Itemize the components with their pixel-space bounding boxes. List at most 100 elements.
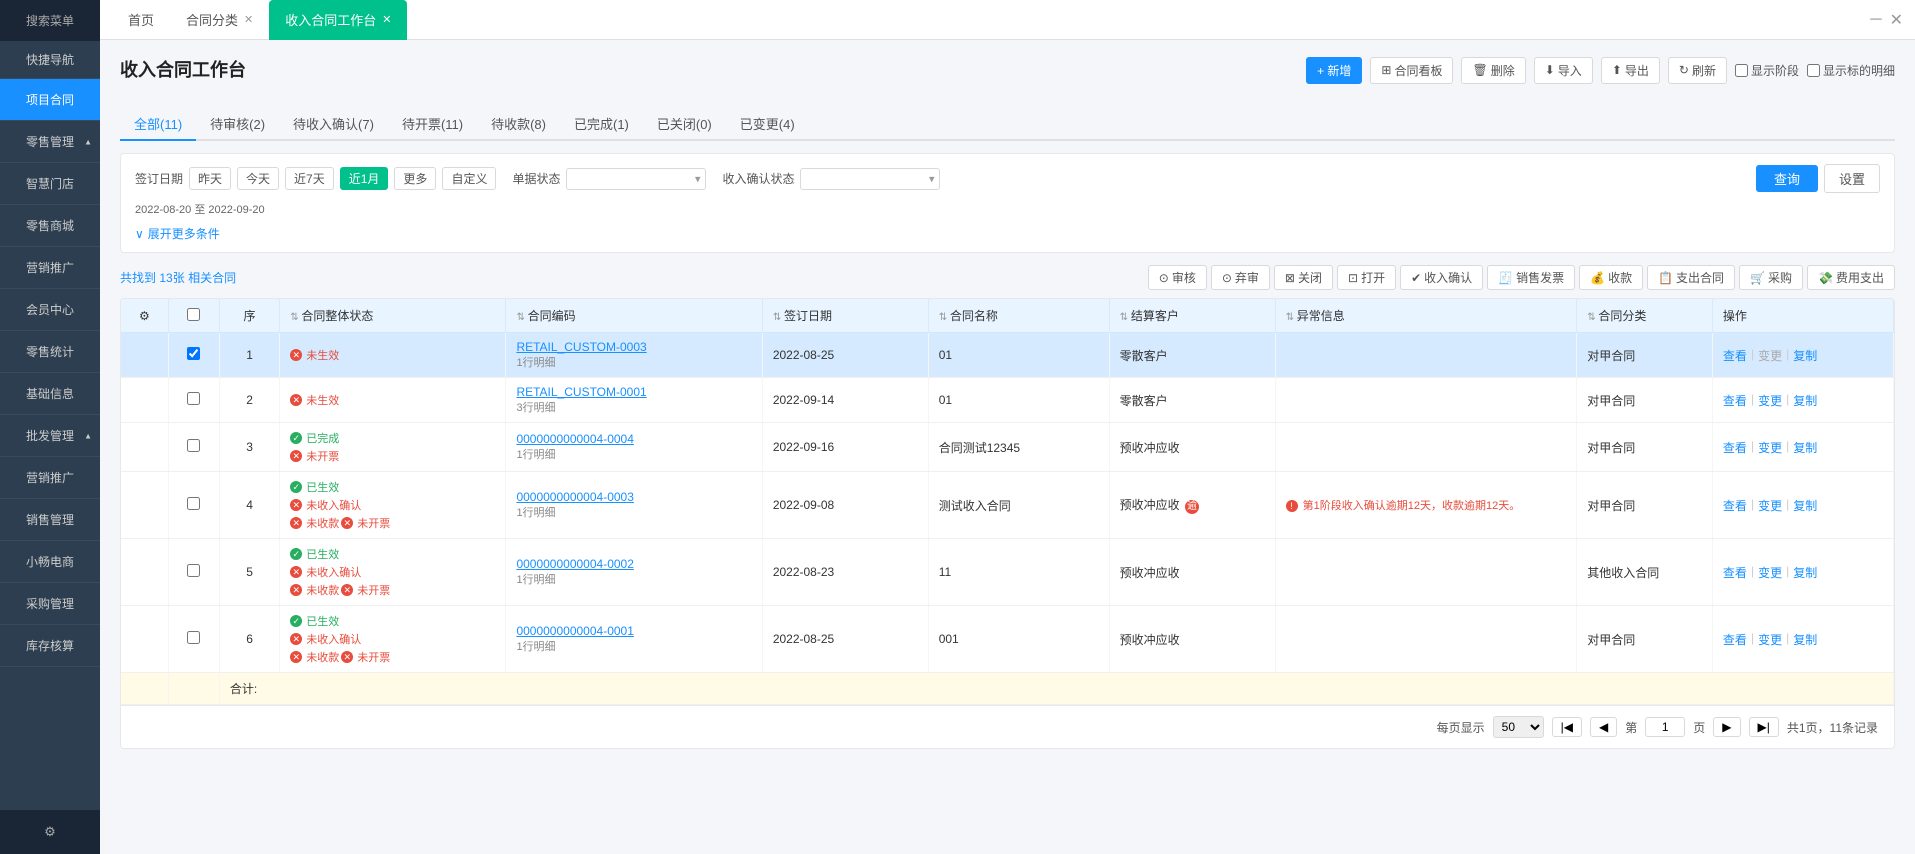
export-button[interactable]: ⬆ 导出 (1601, 57, 1660, 84)
sidebar-item-base-info[interactable]: 基础信息 (0, 373, 100, 415)
expand-more-button[interactable]: ∨ 展开更多条件 (135, 225, 220, 242)
sales-invoice-button[interactable]: 🧾 销售发票 (1487, 265, 1575, 290)
row-checkbox-3[interactable] (187, 439, 200, 452)
row-checkbox-4[interactable] (187, 497, 200, 510)
td-check-3[interactable] (168, 423, 219, 472)
date-btn-yesterday[interactable]: 昨天 (189, 167, 231, 190)
doc-status-select[interactable] (566, 168, 706, 190)
open-button[interactable]: ⊡ 打开 (1337, 265, 1396, 290)
gear-icon[interactable]: ⚙ (0, 810, 100, 854)
contract-link-2[interactable]: RETAIL_CUSTOM-0001 (516, 385, 646, 399)
filter-tab-pending-confirm[interactable]: 待收入确认(7) (279, 108, 388, 141)
td-check-2[interactable] (168, 378, 219, 423)
show-detail-checkbox[interactable]: 显示标的明细 (1807, 62, 1895, 79)
row-checkbox-5[interactable] (187, 564, 200, 577)
action-view-6[interactable]: 查看 (1723, 631, 1747, 648)
add-button[interactable]: + 新增 (1306, 57, 1362, 84)
page-first-button[interactable]: |◀ (1552, 717, 1582, 737)
sidebar-item-online-store[interactable]: 零售商城 (0, 205, 100, 247)
action-copy-3[interactable]: 复制 (1793, 439, 1817, 456)
contract-link-4[interactable]: 0000000000004-0003 (516, 490, 633, 504)
action-view-4[interactable]: 查看 (1723, 497, 1747, 514)
filter-setting-button[interactable]: 设置 (1824, 164, 1880, 193)
date-btn-today[interactable]: 今天 (237, 167, 279, 190)
filter-tab-pending-invoice[interactable]: 待开票(11) (388, 108, 477, 141)
show-stage-checkbox[interactable]: 显示阶段 (1735, 62, 1799, 79)
action-copy-5[interactable]: 复制 (1793, 564, 1817, 581)
th-name[interactable]: 合同名称 (928, 299, 1109, 333)
sidebar-search[interactable]: 搜索菜单 (0, 0, 100, 41)
action-change-6[interactable]: 变更 (1758, 631, 1782, 648)
row-checkbox-6[interactable] (187, 631, 200, 644)
action-copy-2[interactable]: 复制 (1793, 392, 1817, 409)
review-button[interactable]: ⊙ 审核 (1148, 265, 1207, 290)
filter-tab-all[interactable]: 全部(11) (120, 108, 196, 141)
row-checkbox-1[interactable] (187, 347, 200, 360)
action-change-2[interactable]: 变更 (1758, 392, 1782, 409)
import-button[interactable]: ⬇ 导入 (1534, 57, 1593, 84)
sidebar-item-retail-stat[interactable]: 零售统计 (0, 331, 100, 373)
per-page-select[interactable]: 50 10 20 100 (1493, 716, 1544, 738)
collection-button[interactable]: 💰 收款 (1579, 265, 1643, 290)
page-last-button[interactable]: ▶| (1749, 717, 1779, 737)
tab-contract-category[interactable]: 合同分类 ✕ (170, 0, 269, 40)
sidebar-item-mkt-push[interactable]: 营销推广 (0, 457, 100, 499)
out-contract-button[interactable]: 📋 支出合同 (1647, 265, 1735, 290)
th-error-info[interactable]: 异常信息 (1275, 299, 1577, 333)
sidebar-item-retail-mgmt[interactable]: 零售管理 (0, 121, 100, 163)
action-change-5[interactable]: 变更 (1758, 564, 1782, 581)
page-next-button[interactable]: ▶ (1713, 717, 1740, 737)
date-btn-more[interactable]: 更多 (394, 167, 436, 190)
query-button[interactable]: 查询 (1756, 165, 1818, 192)
page-prev-button[interactable]: ◀ (1590, 717, 1617, 737)
filter-tab-completed[interactable]: 已完成(1) (560, 108, 643, 141)
contract-link-1[interactable]: RETAIL_CUSTOM-0003 (516, 340, 646, 354)
tab-home[interactable]: 首页 (112, 0, 170, 40)
td-check-5[interactable] (168, 539, 219, 606)
abandon-button[interactable]: ⊙ 弃审 (1211, 265, 1270, 290)
select-all-checkbox[interactable] (187, 308, 200, 321)
th-gear[interactable]: ⚙ (121, 299, 168, 333)
purchase-button[interactable]: 🛒 采购 (1739, 265, 1803, 290)
action-copy-4[interactable]: 复制 (1793, 497, 1817, 514)
action-copy-1[interactable]: 复制 (1793, 347, 1817, 364)
show-detail-input[interactable] (1807, 64, 1820, 77)
tab-close-contract-category[interactable]: ✕ (244, 13, 253, 26)
action-view-2[interactable]: 查看 (1723, 392, 1747, 409)
action-change-3[interactable]: 变更 (1758, 439, 1782, 456)
action-view-1[interactable]: 查看 (1723, 347, 1747, 364)
contract-link-3[interactable]: 0000000000004-0004 (516, 432, 633, 446)
sidebar-item-sales-mgmt[interactable]: 销售管理 (0, 499, 100, 541)
th-code[interactable]: 合同编码 (506, 299, 762, 333)
action-view-3[interactable]: 查看 (1723, 439, 1747, 456)
sidebar-nav[interactable]: 快捷导航 (0, 41, 100, 79)
td-check-6[interactable] (168, 606, 219, 673)
sidebar-item-xpc[interactable]: 小畅电商 (0, 541, 100, 583)
th-type[interactable]: 合同分类 (1577, 299, 1713, 333)
refresh-button[interactable]: ↻ 刷新 (1668, 57, 1727, 84)
tab-income-workbench[interactable]: 收入合同工作台 ✕ (269, 0, 407, 40)
row-checkbox-2[interactable] (187, 392, 200, 405)
sidebar-item-project[interactable]: 项目合同 (0, 79, 100, 121)
filter-tab-pending-payment[interactable]: 待收款(8) (477, 108, 560, 141)
sidebar-item-batch-mgmt[interactable]: 批发管理 (0, 415, 100, 457)
th-sign-date[interactable]: 签订日期 (762, 299, 928, 333)
page-number-input[interactable] (1645, 717, 1685, 737)
action-change-4[interactable]: 变更 (1758, 497, 1782, 514)
th-check[interactable] (168, 299, 219, 333)
tab-close-income-workbench[interactable]: ✕ (382, 13, 391, 26)
close-button[interactable]: ⊠ 关闭 (1274, 265, 1333, 290)
sidebar-item-purchase[interactable]: 采购管理 (0, 583, 100, 625)
window-close-icon[interactable]: ✕ (1890, 10, 1903, 30)
date-btn-last-month[interactable]: 近1月 (340, 167, 389, 190)
action-view-5[interactable]: 查看 (1723, 564, 1747, 581)
income-confirm-select[interactable] (800, 168, 940, 190)
show-stage-input[interactable] (1735, 64, 1748, 77)
delete-button[interactable]: 🗑 删除 (1461, 57, 1525, 84)
income-confirm-button[interactable]: ✔ 收入确认 (1400, 265, 1483, 290)
contract-link-6[interactable]: 0000000000004-0001 (516, 624, 633, 638)
filter-tab-changed[interactable]: 已变更(4) (726, 108, 809, 141)
expense-out-button[interactable]: 💸 费用支出 (1807, 265, 1895, 290)
date-btn-custom[interactable]: 自定义 (442, 167, 496, 190)
window-minimize-icon[interactable]: ─ (1870, 11, 1881, 29)
